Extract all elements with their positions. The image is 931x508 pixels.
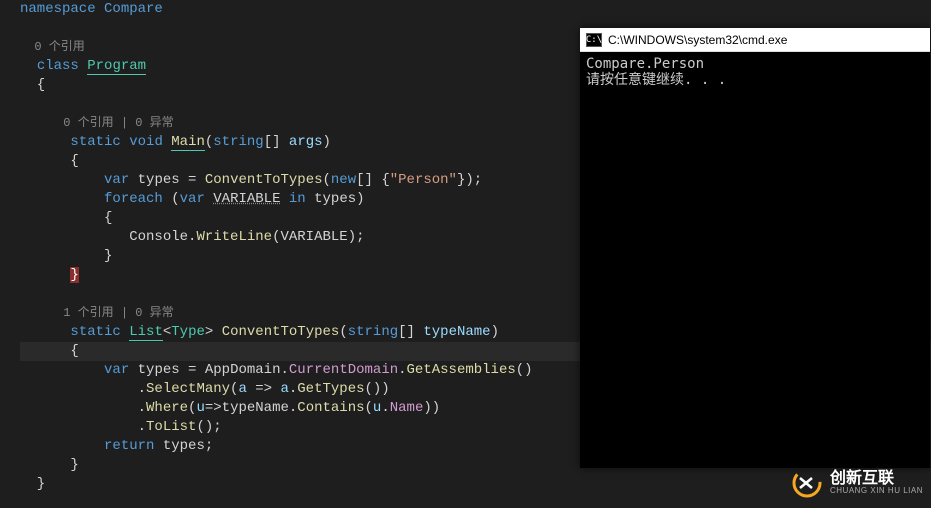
cmd-window[interactable]: C:\ C:\WINDOWS\system32\cmd.exe Compare.…: [580, 28, 930, 468]
cmd-line-2: 请按任意键继续. . .: [586, 72, 726, 88]
watermark-text-cn: 创新互联: [830, 471, 923, 487]
watermark-logo-icon: [792, 468, 822, 498]
cmd-line-1: Compare.Person: [586, 56, 704, 72]
watermark: 创新互联 CHUANG XIN HU LIAN: [792, 468, 923, 498]
namespace-line: namespace Compare: [20, 0, 931, 19]
cmd-titlebar[interactable]: C:\ C:\WINDOWS\system32\cmd.exe: [580, 28, 930, 52]
cmd-title: C:\WINDOWS\system32\cmd.exe: [608, 33, 787, 47]
cmd-output[interactable]: Compare.Person 请按任意键继续. . .: [580, 52, 930, 468]
watermark-text-en: CHUANG XIN HU LIAN: [830, 487, 923, 495]
cmd-icon: C:\: [586, 33, 602, 47]
